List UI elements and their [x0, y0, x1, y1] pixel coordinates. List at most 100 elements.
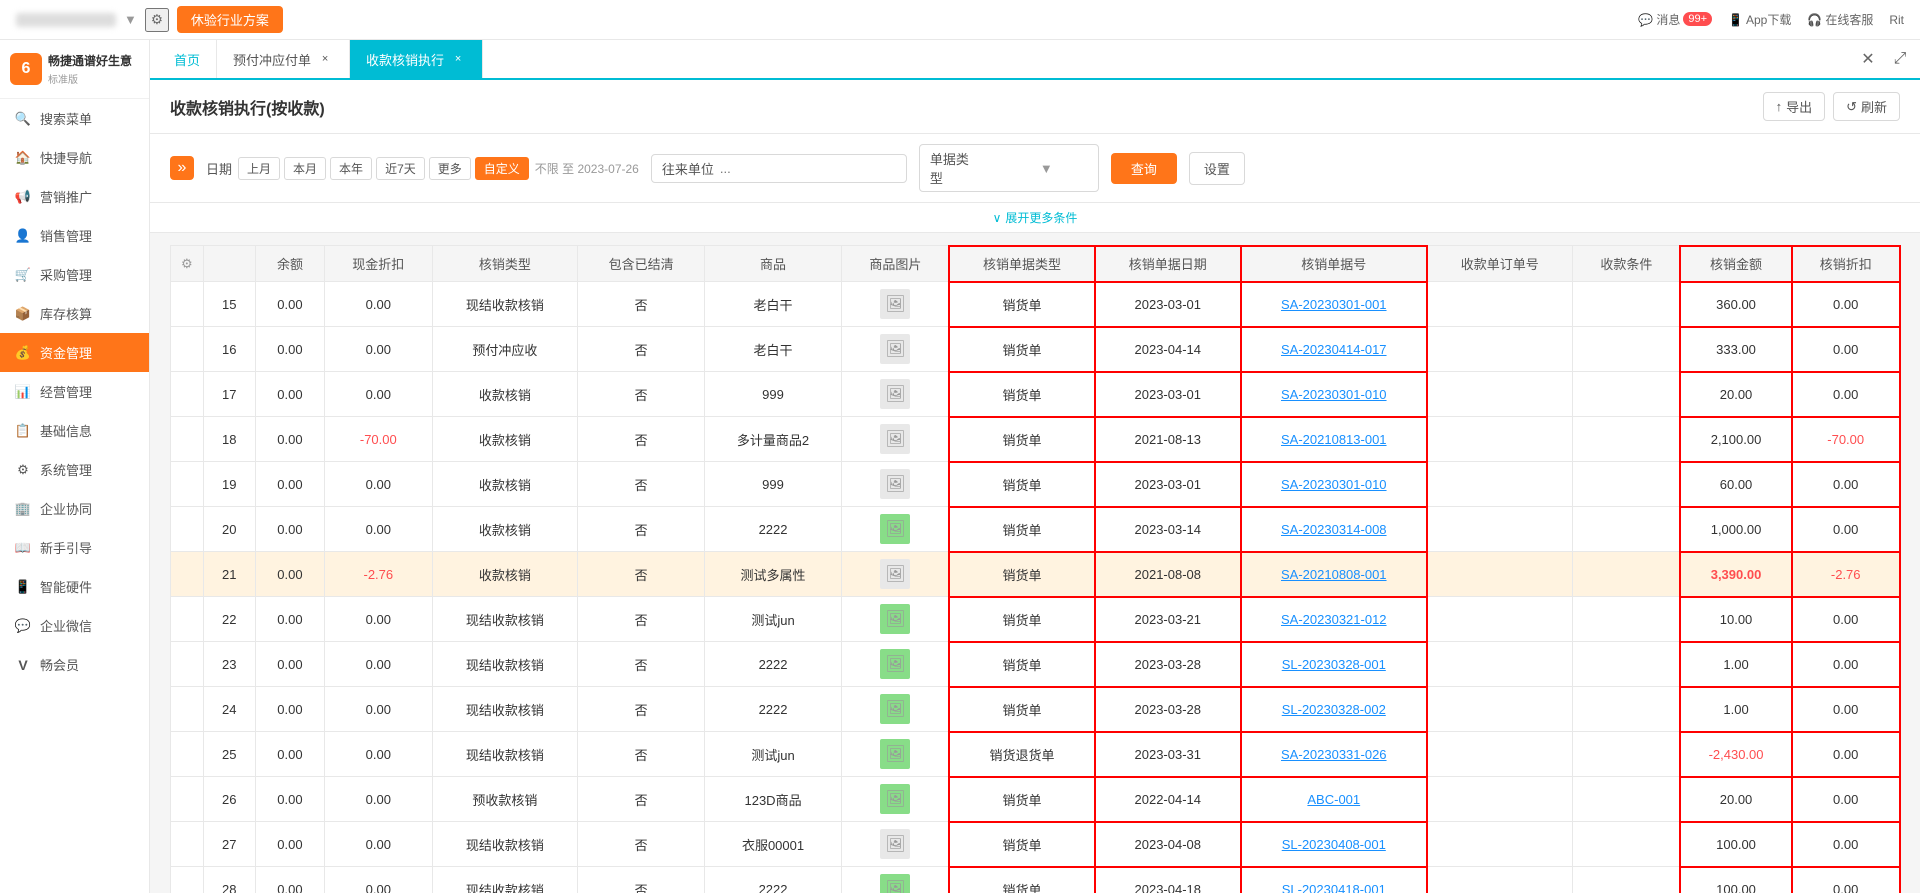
sidebar-item-sales[interactable]: 👤 销售管理 — [0, 216, 149, 255]
sidebar-label-finance: 资金管理 — [40, 343, 92, 362]
expand-conditions-btn[interactable]: ∨ 展开更多条件 — [993, 209, 1078, 226]
td-bill-report-type: 销货退货单 — [949, 732, 1095, 777]
td-seq: 25 — [203, 732, 255, 777]
user-name[interactable]: Rit — [1889, 13, 1904, 27]
export-btn[interactable]: ↑ 导出 — [1763, 92, 1826, 121]
th-include-settled: 包含已结清 — [578, 246, 705, 282]
bill-no-link[interactable]: SA-20230321-012 — [1281, 612, 1387, 627]
td-receipt-condition — [1573, 282, 1680, 327]
td-receipt-order-no — [1427, 372, 1573, 417]
td-bill-report-type: 销货单 — [949, 597, 1095, 642]
tab-prepay-close[interactable]: × — [317, 51, 333, 67]
table-settings-icon[interactable]: ⚙ — [181, 256, 193, 272]
time-btn-7days[interactable]: 近7天 — [376, 157, 425, 180]
bill-no-link[interactable]: SA-20210808-001 — [1281, 567, 1387, 582]
filter-settings-btn[interactable]: 设置 — [1189, 152, 1245, 185]
bill-no-link[interactable]: SA-20230301-001 — [1281, 297, 1387, 312]
sidebar-item-marketing[interactable]: 📢 营销推广 — [0, 177, 149, 216]
td-writeoff-discount: 0.00 — [1792, 777, 1900, 822]
industry-solution-btn[interactable]: 休验行业方案 — [177, 6, 283, 33]
messages-area[interactable]: 💬 消息 99+ — [1638, 11, 1712, 28]
td-writeoff-type: 现结收款核销 — [432, 282, 578, 327]
tab-bar: 首页 预付冲应付单 × 收款核销执行 × ✕ ⤢ — [150, 40, 1920, 80]
close-tab-btn[interactable]: ✕ — [1856, 47, 1880, 71]
partner-input-field[interactable] — [720, 161, 896, 176]
td-cash-discount: 0.00 — [325, 327, 432, 372]
time-btn-this-month[interactable]: 本月 — [284, 157, 326, 180]
tab-collection-close[interactable]: × — [450, 51, 466, 67]
th-balance: 余额 — [255, 246, 324, 282]
bill-no-link[interactable]: SL-20230418-001 — [1282, 882, 1386, 893]
td-receipt-condition — [1573, 822, 1680, 867]
tab-prepay-label: 预付冲应付单 — [233, 50, 311, 69]
filter-partner-input[interactable]: 往来单位 — [651, 154, 907, 183]
td-bill-report-no: SA-20230301-001 — [1241, 282, 1427, 327]
sidebar-item-quicknav[interactable]: 🏠 快捷导航 — [0, 138, 149, 177]
bill-no-link[interactable]: SA-20230331-026 — [1281, 747, 1387, 762]
sidebar-item-basic[interactable]: 📋 基础信息 — [0, 411, 149, 450]
sidebar-item-system[interactable]: ⚙ 系统管理 — [0, 450, 149, 489]
td-include-settled: 否 — [578, 642, 705, 687]
td-goods-img: 🖼 — [842, 822, 949, 867]
online-service[interactable]: 🎧 在线客服 — [1807, 11, 1873, 28]
tab-home[interactable]: 首页 — [158, 40, 217, 78]
td-bill-report-no: SA-20230414-017 — [1241, 327, 1427, 372]
refresh-btn[interactable]: ↺ 刷新 — [1833, 92, 1900, 121]
sidebar-item-operation[interactable]: 📊 经营管理 — [0, 372, 149, 411]
td-writeoff-amount: 1.00 — [1680, 687, 1792, 732]
td-cash-discount: 0.00 — [325, 282, 432, 327]
td-writeoff-amount: 333.00 — [1680, 327, 1792, 372]
sidebar-label-enterprise: 企业协同 — [40, 499, 92, 518]
time-btn-custom[interactable]: 自定义 — [475, 157, 529, 180]
settings-gear-btn[interactable]: ⚙ — [145, 8, 169, 32]
td-bill-report-no: SL-20230418-001 — [1241, 867, 1427, 893]
td-writeoff-discount: 0.00 — [1792, 822, 1900, 867]
filter-bill-type[interactable]: 单据类型 ▼ — [919, 144, 1099, 192]
app-download[interactable]: 📱 App下载 — [1728, 11, 1791, 28]
td-seq: 23 — [203, 642, 255, 687]
table-row: 15 0.00 0.00 现结收款核销 否 老白干 🖼 销货单 2023-03-… — [171, 282, 1900, 327]
goods-thumb: 🖼 — [880, 694, 910, 724]
bill-no-link[interactable]: SL-20230408-001 — [1282, 837, 1386, 852]
time-btn-more[interactable]: 更多 — [429, 157, 471, 180]
tab-home-label: 首页 — [174, 50, 200, 69]
bill-no-link[interactable]: SA-20230314-008 — [1281, 522, 1387, 537]
sidebar-item-inventory[interactable]: 📦 库存核算 — [0, 294, 149, 333]
tab-collection[interactable]: 收款核销执行 × — [350, 40, 483, 78]
bill-no-link[interactable]: SA-20230301-010 — [1281, 387, 1387, 402]
sidebar-item-guide[interactable]: 📖 新手引导 — [0, 528, 149, 567]
dropdown-arrow[interactable]: ▼ — [124, 12, 137, 27]
bill-no-link[interactable]: SL-20230328-001 — [1282, 657, 1386, 672]
td-receipt-condition — [1573, 867, 1680, 893]
bill-no-link[interactable]: SL-20230328-002 — [1282, 702, 1386, 717]
time-btn-last-month[interactable]: 上月 — [238, 157, 280, 180]
td-bill-report-type: 销货单 — [949, 687, 1095, 732]
bill-no-link[interactable]: SA-20230301-010 — [1281, 477, 1387, 492]
bill-no-link[interactable]: SA-20230414-017 — [1281, 342, 1387, 357]
td-writeoff-discount: 0.00 — [1792, 642, 1900, 687]
bill-no-link[interactable]: ABC-001 — [1307, 792, 1360, 807]
td-goods-img: 🖼 — [842, 462, 949, 507]
tab-prepay[interactable]: 预付冲应付单 × — [217, 40, 350, 78]
sidebar-item-smart[interactable]: 📱 智能硬件 — [0, 567, 149, 606]
sidebar-item-wechat[interactable]: 💬 企业微信 — [0, 606, 149, 645]
td-writeoff-amount: -2,430.00 — [1680, 732, 1792, 777]
td-settings — [171, 372, 204, 417]
bill-no-link[interactable]: SA-20210813-001 — [1281, 432, 1387, 447]
sales-icon: 👤 — [14, 227, 32, 245]
table-row: 18 0.00 -70.00 收款核销 否 多计量商品2 🖼 销货单 2021-… — [171, 417, 1900, 462]
query-btn[interactable]: 查询 — [1111, 153, 1177, 184]
time-btn-this-year[interactable]: 本年 — [330, 157, 372, 180]
sidebar-label-system: 系统管理 — [40, 460, 92, 479]
sidebar-item-search[interactable]: 🔍 搜索菜单 — [0, 99, 149, 138]
expand-tab-btn[interactable]: ⤢ — [1888, 47, 1912, 71]
filter-toggle-btn[interactable]: » — [170, 156, 194, 180]
sidebar-item-member[interactable]: V 畅会员 — [0, 645, 149, 684]
td-bill-report-type: 销货单 — [949, 867, 1095, 893]
sidebar-item-purchase[interactable]: 🛒 采购管理 — [0, 255, 149, 294]
top-bar-right: 💬 消息 99+ 📱 App下载 🎧 在线客服 Rit — [1638, 11, 1904, 28]
sidebar-item-enterprise[interactable]: 🏢 企业协同 — [0, 489, 149, 528]
sidebar-item-finance[interactable]: 💰 资金管理 — [0, 333, 149, 372]
table-row: 17 0.00 0.00 收款核销 否 999 🖼 销货单 2023-03-01… — [171, 372, 1900, 417]
td-receipt-condition — [1573, 372, 1680, 417]
